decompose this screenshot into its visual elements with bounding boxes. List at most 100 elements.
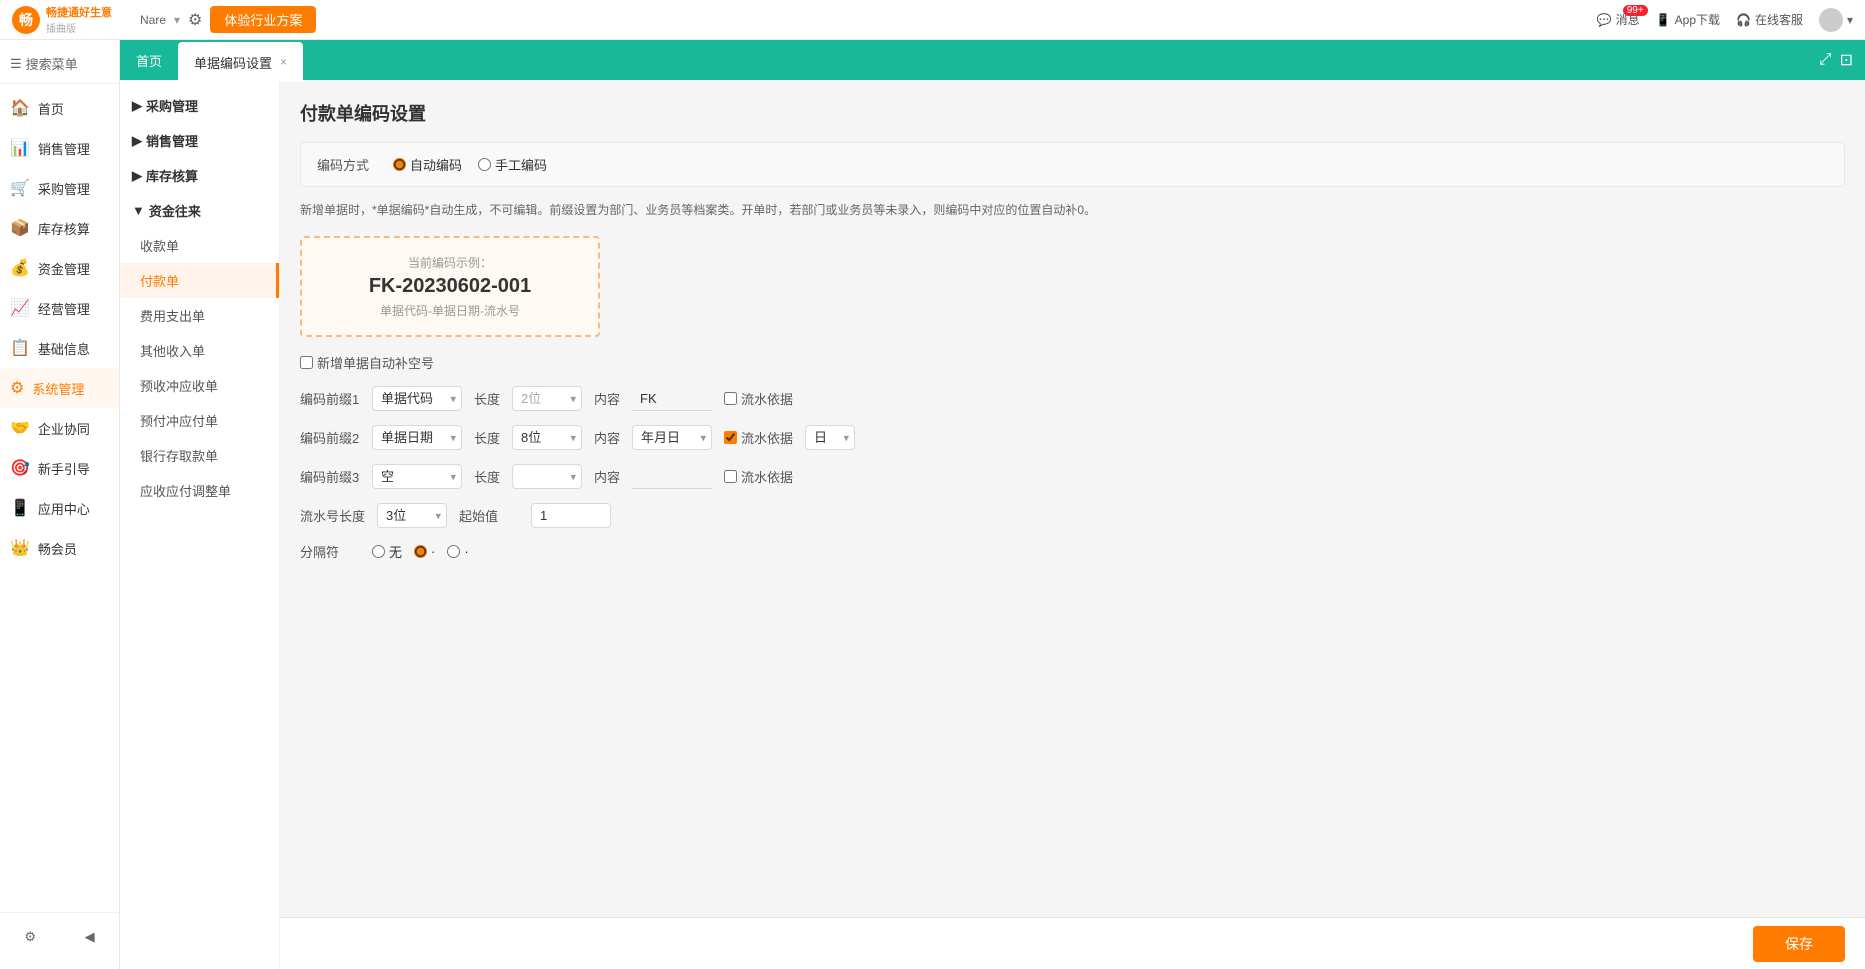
sidebar-item-system[interactable]: ⚙ 系统管理: [0, 368, 119, 408]
dropdown-arrow-icon[interactable]: ▾: [174, 13, 180, 27]
online-service-btn[interactable]: 🎧 在线客服: [1736, 11, 1803, 28]
app-download-btn[interactable]: 📱 App下载: [1656, 11, 1720, 28]
tab-window-icon[interactable]: ⊡: [1840, 50, 1853, 70]
sub-group-sales: ▶ 销售管理: [120, 123, 279, 158]
sub-item-qita[interactable]: 其他收入单: [120, 333, 279, 368]
auto-code-option[interactable]: 自动编码: [393, 155, 462, 174]
waterfall2-cycle-select[interactable]: 日: [805, 425, 855, 450]
serial-length-label: 流水号长度: [300, 506, 365, 525]
company-name: Nare: [140, 13, 166, 27]
sep-dot-radio[interactable]: [447, 545, 460, 558]
start-value-input[interactable]: [531, 503, 611, 528]
user-avatar[interactable]: ▾: [1819, 8, 1853, 32]
sub-group-purchase: ▶ 采购管理: [120, 88, 279, 123]
serial-length-select[interactable]: 3位: [377, 503, 447, 528]
tab-close-icon[interactable]: ×: [280, 55, 287, 69]
expand-icon: ▶: [132, 133, 142, 149]
encoding-method-section: 编码方式 自动编码 手工编码: [300, 142, 1845, 187]
content3-label: 内容: [594, 467, 620, 486]
sub-item-yinhang[interactable]: 银行存取款单: [120, 438, 279, 473]
content2-select[interactable]: 年月日: [632, 425, 712, 450]
expand-icon: ▶: [132, 98, 142, 114]
sidebar-item-home[interactable]: 🏠 首页: [0, 88, 119, 128]
sep-dot-option[interactable]: ·: [447, 544, 468, 559]
content3-input[interactable]: [632, 465, 712, 489]
code-preview-sub: 单据代码-单据日期-流水号: [326, 302, 574, 319]
sub-sidebar: ▶ 采购管理 ▶ 销售管理 ▶ 库存核算: [120, 80, 280, 969]
app-icon: 📱: [1656, 13, 1671, 27]
sep-none-option[interactable]: 无: [372, 542, 402, 561]
sidebar-item-finance[interactable]: 💰 资金管理: [0, 248, 119, 288]
tab-maximize-icon[interactable]: ⤢: [1819, 51, 1832, 69]
sub-item-feiyong[interactable]: 费用支出单: [120, 298, 279, 333]
save-button[interactable]: 保存: [1753, 926, 1845, 962]
message-icon: 💬: [1597, 13, 1612, 27]
sidebar-item-member[interactable]: 👑 畅会员: [0, 528, 119, 568]
sidebar-item-basic[interactable]: 📋 基础信息: [0, 328, 119, 368]
manual-code-radio[interactable]: [478, 158, 491, 171]
newbie-icon: 🎯: [10, 458, 30, 478]
sep-dash-option[interactable]: ·: [414, 544, 435, 559]
manual-code-option[interactable]: 手工编码: [478, 155, 547, 174]
length1-label: 长度: [474, 389, 500, 408]
prefix1-select[interactable]: 单据代码: [372, 386, 462, 411]
prefix2-select[interactable]: 单据日期: [372, 425, 462, 450]
sidebar-item-newbie[interactable]: 🎯 新手引导: [0, 448, 119, 488]
serial-length-wrapper: 3位: [377, 503, 447, 528]
settings-gear-icon[interactable]: ⚙: [188, 10, 202, 30]
sub-item-yufu[interactable]: 预付冲应付单: [120, 403, 279, 438]
sub-group-purchase-title[interactable]: ▶ 采购管理: [120, 88, 279, 123]
auto-fill-checkbox[interactable]: [300, 356, 313, 369]
message-btn[interactable]: 💬 消息 99+: [1597, 11, 1640, 28]
sidebar-item-appstore[interactable]: 📱 应用中心: [0, 488, 119, 528]
prefix1-select-wrapper: 单据代码: [372, 386, 462, 411]
sidebar-item-inventory[interactable]: 📦 库存核算: [0, 208, 119, 248]
main-layout: ☰ 搜索菜单 🏠 首页 📊 销售管理 🛒 采购管理 📦 库存核算 💰 资金管理 …: [0, 40, 1865, 969]
bottom-bar: 保存: [280, 917, 1865, 969]
sub-item-yushou[interactable]: 预收冲应收单: [120, 368, 279, 403]
length3-select[interactable]: [512, 464, 582, 489]
sidebar-item-operations[interactable]: 📈 经营管理: [0, 288, 119, 328]
sub-item-shoukuan[interactable]: 收款单: [120, 228, 279, 263]
length3-select-wrapper: [512, 464, 582, 489]
logo-icon: 畅: [12, 6, 40, 34]
sub-group-inventory-title[interactable]: ▶ 库存核算: [120, 158, 279, 193]
sidebar-item-enterprise[interactable]: 🤝 企业协同: [0, 408, 119, 448]
waterfall2-checkbox-label[interactable]: 流水依据: [724, 428, 793, 447]
sub-group-capital-title[interactable]: ▼ 资金往来: [120, 193, 279, 228]
content1-label: 内容: [594, 389, 620, 408]
sidebar-collapse-btn[interactable]: ◀: [75, 921, 105, 953]
main-content: 付款单编码设置 编码方式 自动编码 手工编码: [280, 80, 1865, 917]
prefix1-label: 编码前缀1: [300, 389, 360, 408]
sep-dash-radio[interactable]: [414, 545, 427, 558]
sidebar-item-purchase[interactable]: 🛒 采购管理: [0, 168, 119, 208]
auto-fill-row[interactable]: 新增单据自动补空号: [300, 353, 1845, 372]
code-preview-label: 当前编码示例：: [326, 254, 574, 271]
header-mid: Nare ▾ ⚙ 体验行业方案: [140, 6, 1589, 33]
trial-btn[interactable]: 体验行业方案: [210, 6, 316, 33]
waterfall3-checkbox-label[interactable]: 流水依据: [724, 467, 793, 486]
sep-none-radio[interactable]: [372, 545, 385, 558]
sub-item-fukuan[interactable]: 付款单: [120, 263, 279, 298]
auto-code-radio[interactable]: [393, 158, 406, 171]
sidebar-settings-btn[interactable]: ⚙: [14, 921, 46, 953]
waterfall2-checkbox[interactable]: [724, 431, 737, 444]
tab-home[interactable]: 首页: [120, 40, 178, 80]
length2-select[interactable]: 8位: [512, 425, 582, 450]
sidebar-divider: [0, 83, 119, 84]
prefix3-select[interactable]: 空: [372, 464, 462, 489]
search-menu-btn[interactable]: ☰ 搜索菜单: [0, 48, 119, 79]
sidebar-item-sales[interactable]: 📊 销售管理: [0, 128, 119, 168]
tab-encoding-settings[interactable]: 单据编码设置 ×: [178, 42, 303, 82]
waterfall1-checkbox[interactable]: [724, 392, 737, 405]
expand-icon: ▶: [132, 168, 142, 184]
tab-bar: 首页 单据编码设置 × ⤢ ⊡: [120, 40, 1865, 80]
waterfall3-checkbox[interactable]: [724, 470, 737, 483]
sub-group-sales-title[interactable]: ▶ 销售管理: [120, 123, 279, 158]
length1-select[interactable]: 2位: [512, 386, 582, 411]
prefix2-row: 编码前缀2 单据日期 长度 8位 内容: [300, 425, 1845, 450]
waterfall1-checkbox-label[interactable]: 流水依据: [724, 389, 793, 408]
sub-item-yingshou[interactable]: 应收应付调整单: [120, 473, 279, 508]
content1-input[interactable]: [632, 387, 712, 411]
message-badge: 99+: [1623, 5, 1648, 16]
